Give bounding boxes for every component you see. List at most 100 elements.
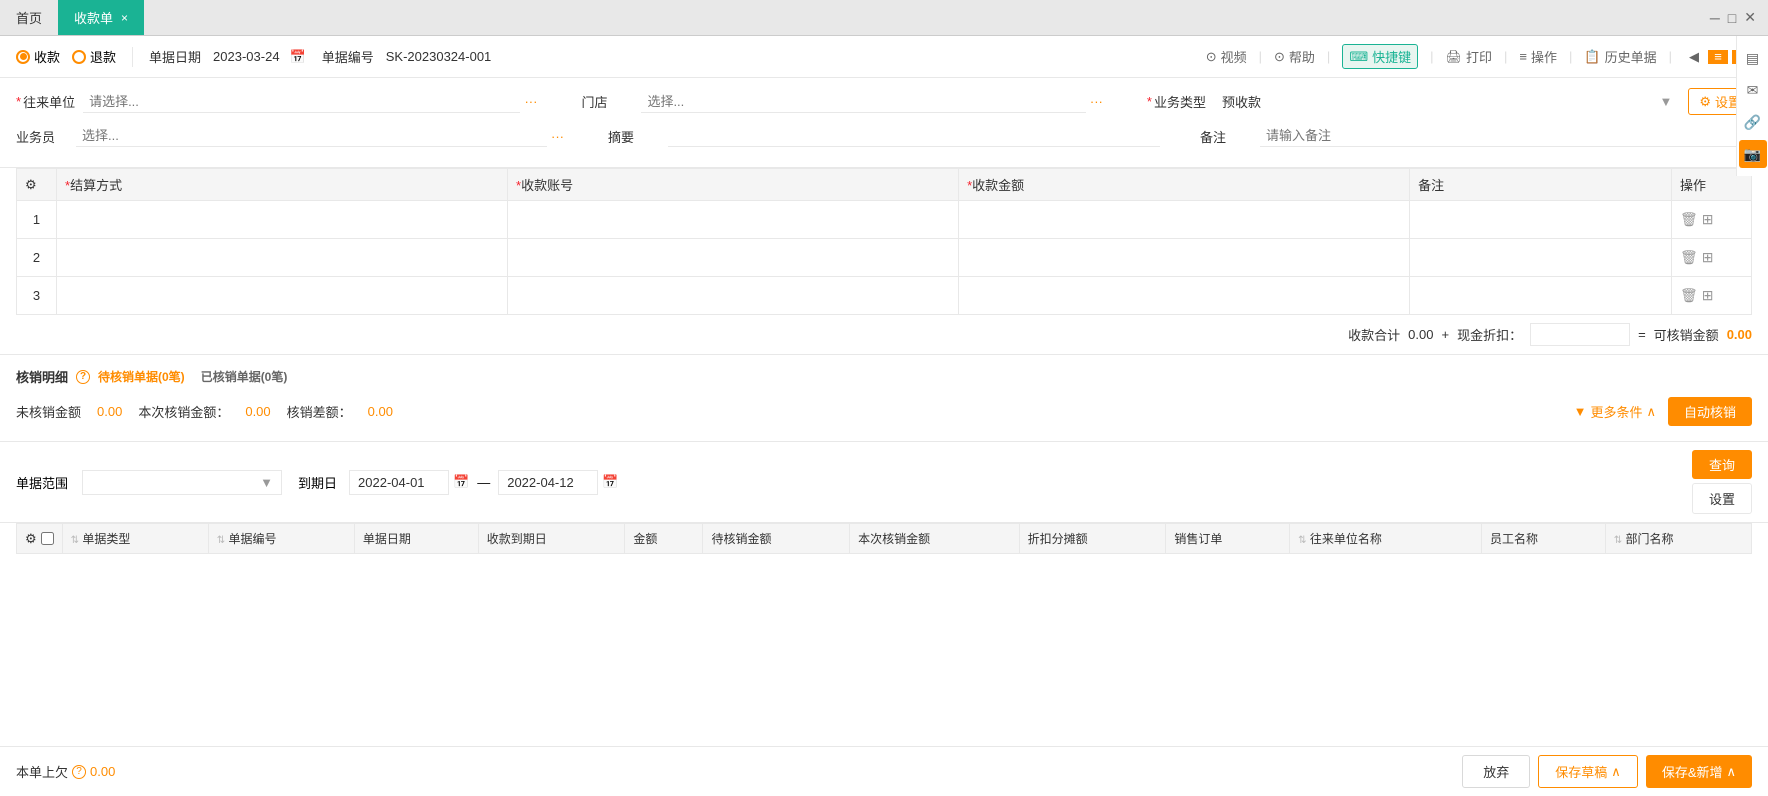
col-employee: 员工名称 xyxy=(1481,524,1605,554)
panel-prev[interactable]: ◀ xyxy=(1684,50,1704,64)
range-select[interactable]: ▼ xyxy=(82,470,282,495)
store-more[interactable]: ··· xyxy=(1086,94,1107,109)
calendar-icon[interactable]: 📅 xyxy=(290,49,306,65)
business-type-arrow[interactable]: ▼ xyxy=(1659,94,1672,109)
divider-4: | xyxy=(1430,49,1433,64)
account-2[interactable] xyxy=(508,239,959,277)
more-conditions-btn[interactable]: ▼ 更多条件 ∧ xyxy=(1574,402,1656,421)
divider-3: | xyxy=(1327,49,1330,64)
video-btn[interactable]: ⊙ 视频 xyxy=(1206,47,1247,66)
query-btn[interactable]: 查询 xyxy=(1692,450,1752,479)
store-input[interactable] xyxy=(641,91,1085,113)
amount-2[interactable] xyxy=(959,239,1410,277)
action-3: 🗑 ⊞ xyxy=(1672,277,1752,315)
settlement-3[interactable] xyxy=(57,277,508,315)
range-field: 单据范围 ▼ xyxy=(16,470,282,495)
tab-receipt[interactable]: 收款单 × xyxy=(58,0,144,35)
history-btn[interactable]: 📋 历史单据 xyxy=(1584,47,1656,66)
summary-row: 收款合计 0.00 + 现金折扣： = 可核销金额 0.00 xyxy=(0,315,1768,355)
bottom-gear[interactable]: ⚙ xyxy=(17,524,63,554)
sidebar-table-icon[interactable]: ▤ xyxy=(1739,44,1767,72)
salesperson-field: 业务员 ··· xyxy=(16,125,568,147)
maximize-btn[interactable]: □ xyxy=(1728,10,1736,26)
shortcut-btn[interactable]: ⌨ 快捷键 xyxy=(1342,44,1418,69)
refund-radio[interactable]: 退款 xyxy=(72,47,116,66)
settlement-1[interactable] xyxy=(57,201,508,239)
delete-icon-3[interactable]: 🗑 xyxy=(1680,287,1698,304)
delete-icon-2[interactable]: 🗑 xyxy=(1680,249,1698,266)
funnel-icon: ▼ xyxy=(1574,404,1587,419)
delete-icon-1[interactable]: 🗑 xyxy=(1680,211,1698,228)
divider-1 xyxy=(132,47,133,67)
date-from-input[interactable] xyxy=(349,470,449,495)
tab-bar: 首页 收款单 × ─ □ ✕ xyxy=(0,0,1768,36)
receipt-radio[interactable]: 收款 xyxy=(16,47,60,66)
bottom-table-wrap: ⚙ ⇅ 单据类型 ⇅ 单据编号 单据日期 收款到期日 金额 待核销金额 本次核销… xyxy=(0,523,1768,746)
remark-2[interactable] xyxy=(1410,239,1672,277)
right-sidebar: ▤ ✉ 🔗 📷 xyxy=(1736,36,1768,176)
save-new-btn[interactable]: 保存&新增 ∧ xyxy=(1646,755,1752,788)
col-pending-amount: 待核销金额 xyxy=(703,524,850,554)
account-3[interactable] xyxy=(508,277,959,315)
row-num-3: 3 xyxy=(17,277,57,315)
salesperson-input[interactable] xyxy=(76,125,547,147)
tab-close-icon[interactable]: × xyxy=(121,11,128,25)
help-icon: ⊙ xyxy=(1274,49,1285,65)
help-btn[interactable]: ⊙ 帮助 xyxy=(1274,47,1315,66)
copy-icon-2[interactable]: ⊞ xyxy=(1702,249,1714,266)
window-controls: ─ □ ✕ xyxy=(1710,9,1768,26)
copy-icon-1[interactable]: ⊞ xyxy=(1702,211,1714,228)
auto-hex-btn[interactable]: 自动核销 xyxy=(1668,397,1752,426)
history-icon: 📋 xyxy=(1584,49,1600,65)
close-btn[interactable]: ✕ xyxy=(1744,9,1756,26)
counterpart-field: * 往来单位 ··· xyxy=(16,91,541,113)
sidebar-link-icon[interactable]: 🔗 xyxy=(1739,108,1767,136)
col-doc-type: ⇅ 单据类型 xyxy=(62,524,208,554)
table-header-gear[interactable]: ⚙ xyxy=(17,169,57,201)
receipt-refund-group: 收款 退款 xyxy=(16,47,116,66)
amount-3[interactable] xyxy=(959,277,1410,315)
tab-home[interactable]: 首页 xyxy=(0,0,58,35)
toolbar: 收款 退款 单据日期 2023-03-24 📅 单据编号 SK-20230324… xyxy=(0,36,1768,78)
amount-1[interactable] xyxy=(959,201,1410,239)
remark-input[interactable] xyxy=(1260,125,1752,147)
operation-btn[interactable]: ≡ 操作 xyxy=(1519,47,1557,66)
date-range-field: 到期日 📅 — 📅 xyxy=(298,470,618,495)
pending-tab[interactable]: 待核销单据(0笔) xyxy=(98,368,185,385)
discount-input[interactable] xyxy=(1530,323,1630,346)
col-counterpart: ⇅ 往来单位名称 xyxy=(1290,524,1482,554)
col-doc-num: ⇅ 单据编号 xyxy=(208,524,354,554)
counterpart-more[interactable]: ··· xyxy=(520,94,541,109)
form-row-1: * 往来单位 ··· 门店 ··· * 业务类型 预收款 ▼ ⚙ xyxy=(16,88,1752,115)
print-btn[interactable]: 🖨 打印 xyxy=(1445,47,1492,66)
account-1[interactable] xyxy=(508,201,959,239)
filter-setting-btn[interactable]: 设置 xyxy=(1692,483,1752,514)
hex-info-icon[interactable]: ? xyxy=(76,370,90,384)
done-tab[interactable]: 已核销单据(0笔) xyxy=(201,368,288,385)
remark-3[interactable] xyxy=(1410,277,1672,315)
hex-tabs: 待核销单据(0笔) 已核销单据(0笔) xyxy=(98,368,287,385)
col-remark: 备注 xyxy=(1410,169,1672,201)
receipt-radio-dot xyxy=(16,50,30,64)
settlement-2[interactable] xyxy=(57,239,508,277)
counterpart-input[interactable] xyxy=(83,91,520,113)
panel-list[interactable]: ≡ xyxy=(1708,50,1728,64)
action-2: 🗑 ⊞ xyxy=(1672,239,1752,277)
sidebar-email-icon[interactable]: ✉ xyxy=(1739,76,1767,104)
discard-btn[interactable]: 放弃 xyxy=(1462,755,1530,788)
calendar-to-icon[interactable]: 📅 xyxy=(602,474,618,490)
sidebar-camera-icon[interactable]: 📷 xyxy=(1739,140,1767,168)
business-type-field: * 业务类型 预收款 ▼ xyxy=(1147,92,1672,111)
select-all-checkbox[interactable] xyxy=(41,532,54,545)
calendar-from-icon[interactable]: 📅 xyxy=(453,474,469,490)
save-draft-btn[interactable]: 保存草稿 ∧ xyxy=(1538,755,1638,788)
copy-icon-3[interactable]: ⊞ xyxy=(1702,287,1714,304)
limit-info-icon[interactable]: ? xyxy=(72,765,86,779)
minimize-btn[interactable]: ─ xyxy=(1710,10,1720,26)
hex-section: 核销明细 ? 待核销单据(0笔) 已核销单据(0笔) 未核销金额 0.00 本次… xyxy=(0,355,1768,442)
salesperson-more[interactable]: ··· xyxy=(547,129,568,144)
summary-input[interactable] xyxy=(668,125,1160,147)
date-to-input[interactable] xyxy=(498,470,598,495)
col-amount: *收款金额 xyxy=(959,169,1410,201)
remark-1[interactable] xyxy=(1410,201,1672,239)
